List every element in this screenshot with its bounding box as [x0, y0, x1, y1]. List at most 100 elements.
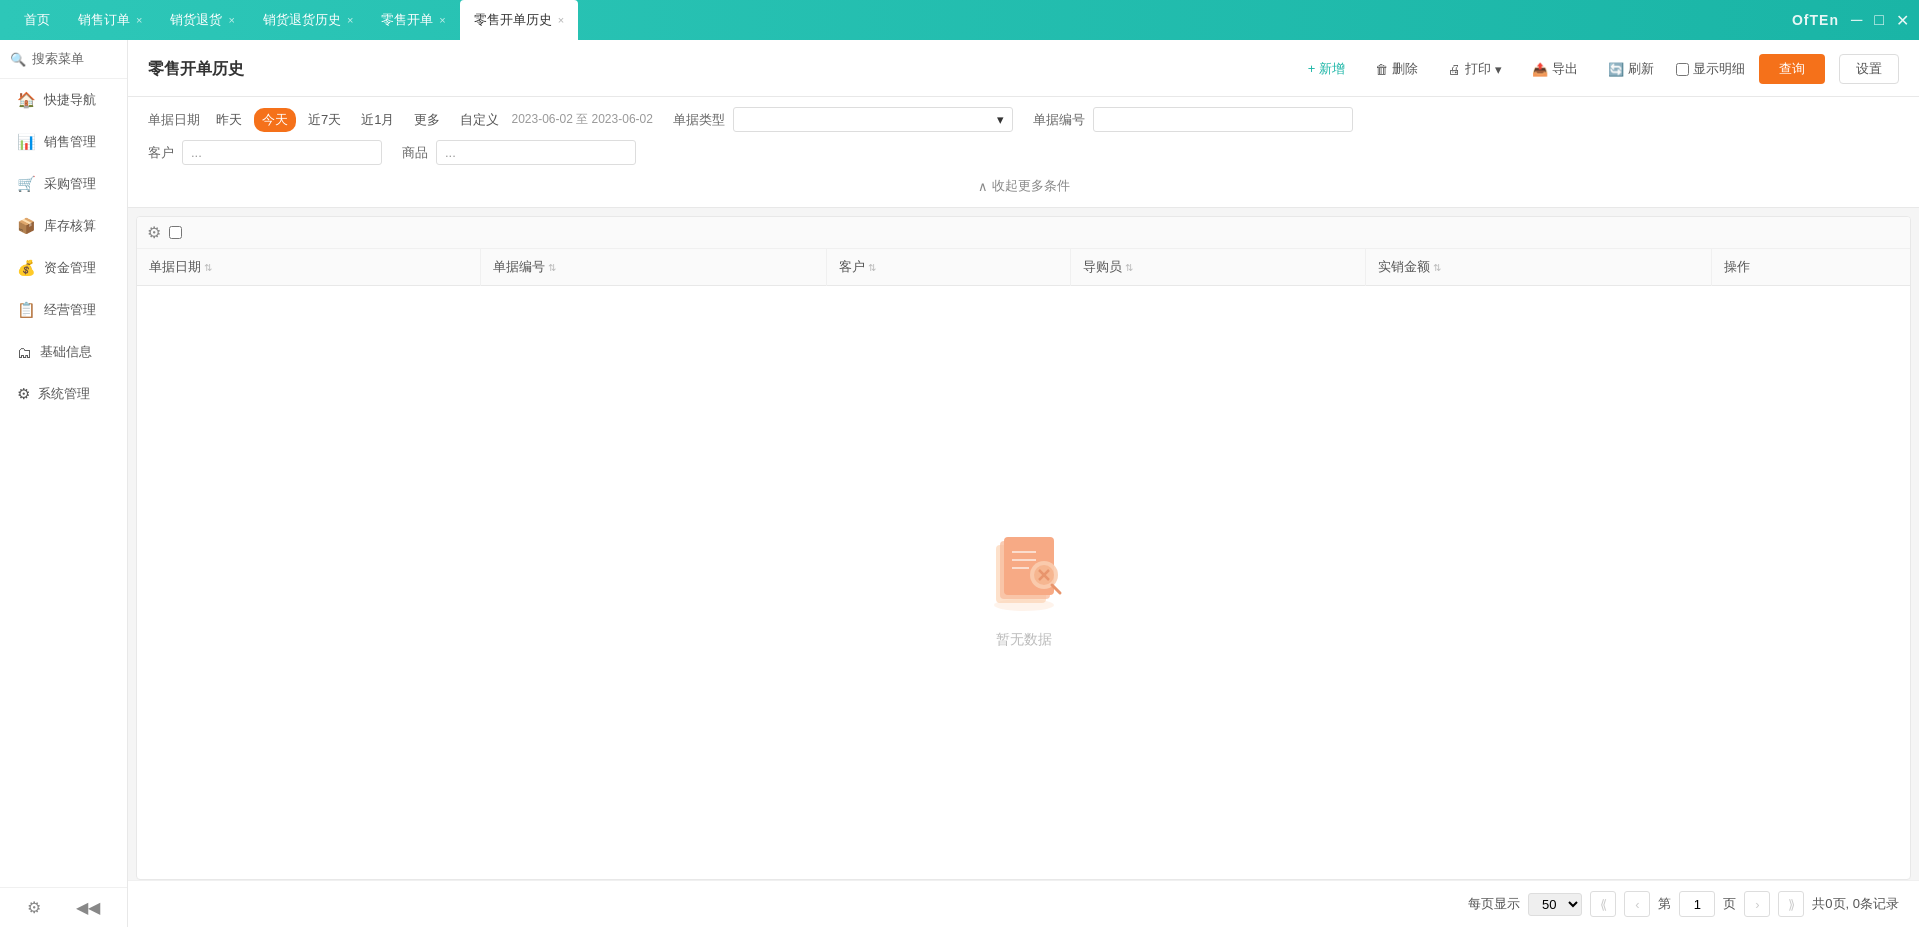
- minimize-btn[interactable]: ─: [1851, 11, 1862, 29]
- col-导购员[interactable]: 导购员⇅: [1071, 249, 1366, 286]
- tab-close-icon[interactable]: ×: [439, 14, 445, 26]
- date-range-text: 2023-06-02 至 2023-06-02: [511, 111, 652, 128]
- page-title: 零售开单历史: [148, 59, 244, 80]
- maximize-btn[interactable]: □: [1874, 11, 1884, 29]
- col-操作: 操作: [1711, 249, 1910, 286]
- settings-button[interactable]: 设置: [1839, 54, 1899, 84]
- top-tab-销货退货历史[interactable]: 销货退货历史×: [249, 0, 367, 40]
- show-detail-label: 显示明细: [1693, 60, 1745, 78]
- empty-illustration: [974, 517, 1074, 617]
- top-tabs: 首页销售订单×销货退货×销货退货历史×零售开单×零售开单历史×: [10, 0, 1792, 40]
- product-input[interactable]: ...: [436, 140, 636, 165]
- top-tab-零售开单历史[interactable]: 零售开单历史×: [460, 0, 578, 40]
- sort-icon: ⇅: [1433, 262, 1441, 273]
- first-page-btn[interactable]: ⟪: [1590, 891, 1616, 917]
- chevron-down-icon: ▾: [997, 112, 1004, 127]
- page-word-pre: 第: [1658, 895, 1671, 913]
- customer-input[interactable]: ...: [182, 140, 382, 165]
- date-btn-更多[interactable]: 更多: [406, 108, 448, 132]
- add-button[interactable]: + 新增: [1300, 56, 1353, 82]
- table-toolbar: ⚙: [137, 217, 1910, 249]
- sidebar-item-采购管理[interactable]: 🛒 采购管理: [0, 163, 127, 205]
- page-word: 页: [1723, 895, 1736, 913]
- tab-close-icon[interactable]: ×: [136, 14, 142, 26]
- col-单据编号[interactable]: 单据编号⇅: [481, 249, 827, 286]
- top-tab-零售开单[interactable]: 零售开单×: [367, 0, 459, 40]
- collapse-button[interactable]: ∧ 收起更多条件: [148, 173, 1899, 201]
- sidebar-item-label: 采购管理: [44, 175, 96, 193]
- sidebar-search[interactable]: 🔍 搜索菜单: [0, 40, 127, 79]
- delete-button[interactable]: 🗑 删除: [1367, 56, 1426, 82]
- export-button[interactable]: 📤 导出: [1524, 56, 1586, 82]
- sidebar-item-资金管理[interactable]: 💰资金管理: [0, 247, 127, 289]
- tab-close-icon[interactable]: ×: [228, 14, 234, 26]
- collapse-icon: ∧: [978, 179, 988, 194]
- sidebar-item-销售管理[interactable]: 📊销售管理: [0, 121, 127, 163]
- date-btn-今天[interactable]: 今天: [254, 108, 296, 132]
- page-size-label: 每页显示: [1468, 895, 1520, 913]
- print-button[interactable]: 🖨 打印 ▾: [1440, 56, 1510, 82]
- sidebar-item-label: 经营管理: [44, 301, 96, 319]
- search-icon: 🔍: [10, 52, 26, 67]
- close-btn[interactable]: ✕: [1896, 11, 1909, 30]
- filter-area: 单据日期 昨天今天近7天近1月更多自定义2023-06-02 至 2023-06…: [128, 97, 1919, 208]
- sidebar-item-基础信息[interactable]: 🗂 基础信息: [0, 331, 127, 373]
- page-size-select[interactable]: 50 20 100: [1528, 893, 1582, 916]
- col-单据日期[interactable]: 单据日期⇅: [137, 249, 481, 286]
- export-icon: 📤: [1532, 62, 1548, 77]
- sidebar-item-快捷导航[interactable]: 🏠快捷导航: [0, 79, 127, 121]
- toolbar: + 新增 🗑 删除 🖨 打印 ▾ 📤 导出 🔄: [1300, 54, 1899, 84]
- type-select[interactable]: ▾: [733, 107, 1013, 132]
- next-page-btn[interactable]: ›: [1744, 891, 1770, 917]
- settings-icon[interactable]: ⚙: [27, 898, 41, 917]
- collapse-label: 收起更多条件: [992, 177, 1070, 195]
- top-bar-right: OfTEn ─ □ ✕: [1792, 11, 1909, 30]
- top-tab-销货退货[interactable]: 销货退货×: [156, 0, 248, 40]
- sort-icon: ⇅: [868, 262, 876, 273]
- top-tab-首页[interactable]: 首页: [10, 0, 64, 40]
- number-filter-group: 单据编号: [1033, 107, 1353, 132]
- date-btn-自定义[interactable]: 自定义: [452, 108, 507, 132]
- date-btn-昨天[interactable]: 昨天: [208, 108, 250, 132]
- tab-close-icon[interactable]: ×: [347, 14, 353, 26]
- tab-close-icon[interactable]: ×: [558, 14, 564, 26]
- sidebar-icon: 🏠: [17, 91, 36, 109]
- page-number-input[interactable]: [1679, 891, 1715, 917]
- customer-label: 客户: [148, 144, 174, 162]
- show-detail-checkbox[interactable]: 显示明细: [1676, 60, 1745, 78]
- customer-filter-group: 客户 ...: [148, 140, 382, 165]
- table-area: ⚙ 单据日期⇅单据编号⇅客户⇅导购员⇅实销金额⇅操作: [136, 216, 1911, 880]
- sidebar-icon: 🗂: [17, 344, 32, 361]
- collapse-sidebar-icon[interactable]: ◀◀: [76, 898, 100, 917]
- show-detail-input[interactable]: [1676, 63, 1689, 76]
- table-settings-icon[interactable]: ⚙: [147, 223, 161, 242]
- content-area: 零售开单历史 + 新增 🗑 删除 🖨 打印 ▾ 📤 导出: [128, 40, 1919, 927]
- sidebar-item-label: 基础信息: [40, 343, 92, 361]
- number-input[interactable]: [1093, 107, 1353, 132]
- select-all-checkbox[interactable]: [169, 226, 182, 239]
- date-btn-近1月[interactable]: 近1月: [353, 108, 402, 132]
- sidebar-item-系统管理[interactable]: ⚙系统管理: [0, 373, 127, 415]
- date-filter-group: 单据日期 昨天今天近7天近1月更多自定义2023-06-02 至 2023-06…: [148, 108, 653, 132]
- print-icon: 🖨: [1448, 62, 1461, 77]
- pagination-bar: 每页显示 50 20 100 ⟪ ‹ 第 页 › ⟫ 共0页, 0条记录: [128, 880, 1919, 927]
- query-button[interactable]: 查询: [1759, 54, 1825, 84]
- sidebar-item-label: 库存核算: [44, 217, 96, 235]
- last-page-btn[interactable]: ⟫: [1778, 891, 1804, 917]
- sort-icon: ⇅: [548, 262, 556, 273]
- sidebar-item-label: 系统管理: [38, 385, 90, 403]
- number-label: 单据编号: [1033, 111, 1085, 129]
- total-text: 共0页, 0条记录: [1812, 895, 1899, 913]
- sidebar-item-经营管理[interactable]: 📋经营管理: [0, 289, 127, 331]
- date-btn-近7天[interactable]: 近7天: [300, 108, 349, 132]
- sidebar-icon: 📊: [17, 133, 36, 151]
- prev-page-btn[interactable]: ‹: [1624, 891, 1650, 917]
- refresh-button[interactable]: 🔄 刷新: [1600, 56, 1662, 82]
- empty-area: 暂无数据: [137, 286, 1910, 879]
- top-tab-销售订单[interactable]: 销售订单×: [64, 0, 156, 40]
- sidebar-item-库存核算[interactable]: 📦库存核算: [0, 205, 127, 247]
- col-客户[interactable]: 客户⇅: [827, 249, 1071, 286]
- sidebar-icon: 🛒: [17, 175, 36, 193]
- sidebar-bottom: ⚙ ◀◀: [0, 887, 127, 927]
- col-实销金额[interactable]: 实销金额⇅: [1366, 249, 1712, 286]
